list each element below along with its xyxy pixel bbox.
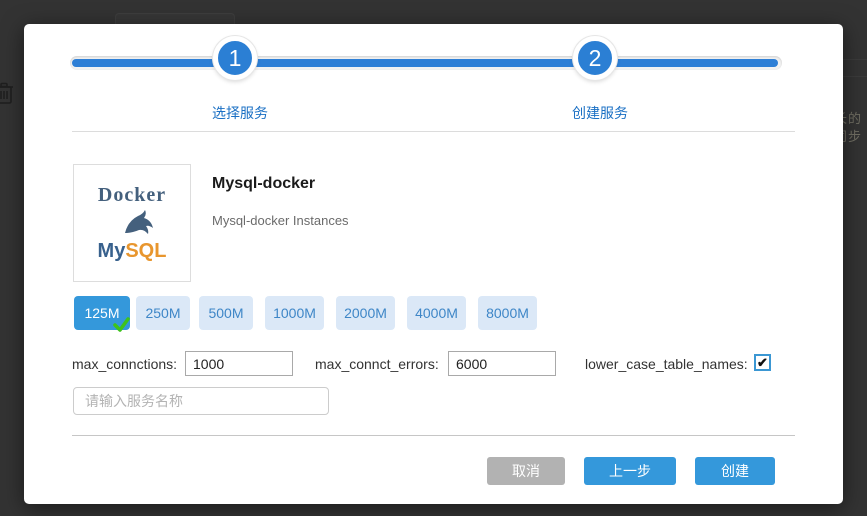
create-service-modal: 1 2 选择服务 创建服务 Docker MySQL Mysql-docker … [24, 24, 843, 504]
trash-icon [0, 81, 15, 110]
footer-divider [72, 435, 795, 436]
checkbox-check-icon: ✔ [757, 355, 768, 370]
memory-option-125m[interactable]: 125M [74, 296, 130, 332]
screen: 长的 同步 1 2 选择服务 创建服务 Docker MySQL Mysql-d… [0, 0, 867, 516]
lower-case-table-names-checkbox[interactable]: ✔ [754, 354, 771, 371]
create-button[interactable]: 创建 [695, 457, 775, 485]
service-name-input[interactable] [73, 387, 329, 415]
stepper-progress-bar [72, 59, 778, 67]
step-2-badge[interactable]: 2 [573, 36, 617, 80]
memory-option-250m[interactable]: 250M [136, 296, 190, 330]
memory-option-2000m[interactable]: 2000M [336, 296, 395, 330]
step-2-label: 创建服务 [572, 105, 628, 121]
memory-option-500m[interactable]: 500M [199, 296, 253, 330]
service-subtitle: Mysql-docker Instances [212, 213, 349, 228]
lower-case-table-names-label: lower_case_table_names: [585, 356, 748, 372]
max-connect-errors-input[interactable] [448, 351, 556, 376]
step-1-badge[interactable]: 1 [213, 36, 257, 80]
memory-option-1000m[interactable]: 1000M [265, 296, 324, 330]
max-connections-input[interactable] [185, 351, 293, 376]
mysql-logo-my: My [97, 239, 126, 262]
mysql-logo-text: MySQL [98, 240, 167, 263]
mysql-dolphin-icon [121, 209, 157, 242]
background-divider [843, 59, 867, 60]
cancel-button[interactable]: 取消 [487, 457, 565, 485]
service-title: Mysql-docker [212, 175, 316, 192]
selected-check-icon [113, 317, 130, 335]
previous-step-button[interactable]: 上一步 [584, 457, 676, 485]
step-1-label: 选择服务 [212, 105, 268, 121]
max-connect-errors-label: max_connct_errors: [315, 356, 439, 372]
background-divider [843, 76, 867, 77]
service-logo: Docker MySQL [73, 164, 191, 282]
docker-logo-text: Docker [97, 183, 167, 206]
stepper-divider [72, 131, 795, 132]
memory-option-8000m[interactable]: 8000M [478, 296, 537, 330]
max-connections-label: max_connctions: [72, 356, 178, 372]
mysql-logo-sql: SQL [125, 239, 167, 262]
memory-option-4000m[interactable]: 4000M [407, 296, 466, 330]
